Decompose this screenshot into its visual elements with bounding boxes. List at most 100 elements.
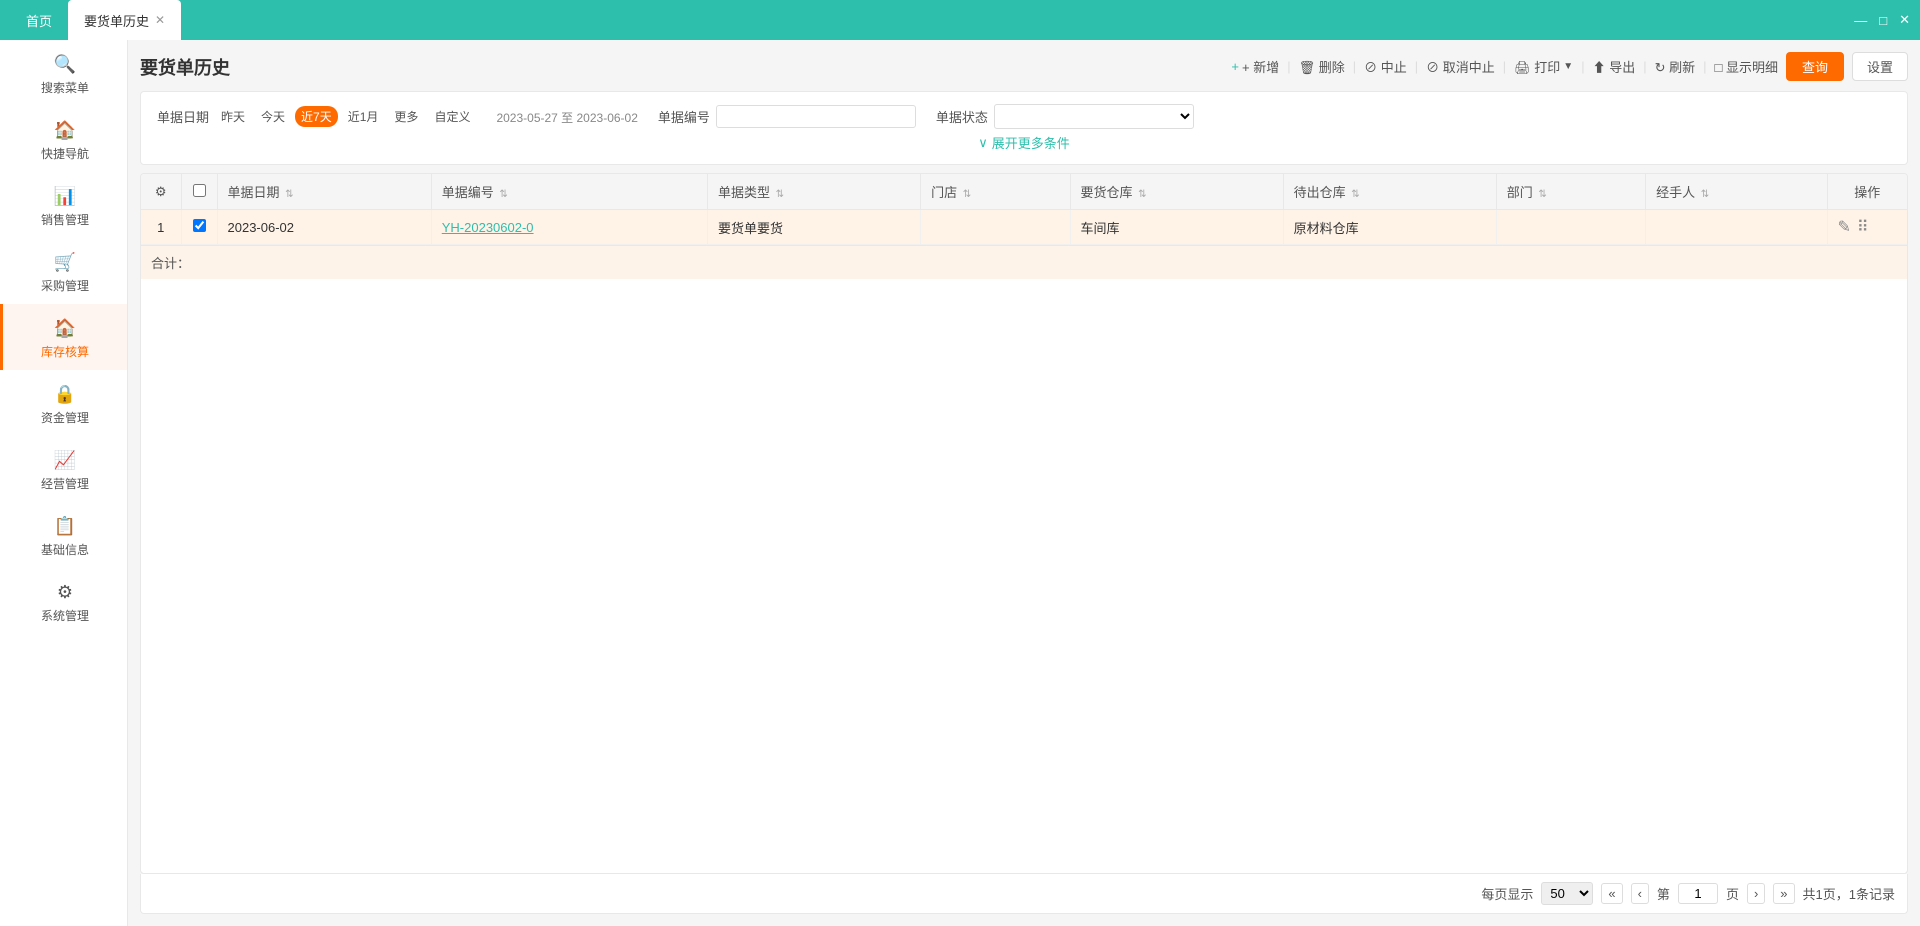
last-page-button[interactable]: » bbox=[1773, 883, 1794, 904]
sidebar-item-system-mgmt[interactable]: ⚙ 系统管理 bbox=[0, 568, 127, 634]
delete-button[interactable]: 🗑 删除 bbox=[1299, 57, 1345, 76]
col-operations: 操作 bbox=[1827, 174, 1907, 210]
date-yesterday[interactable]: 昨天 bbox=[215, 106, 251, 127]
row-edit-icon[interactable]: ✎ bbox=[1838, 217, 1851, 237]
new-button[interactable]: + + 新增 bbox=[1231, 57, 1279, 76]
row-more-icon[interactable]: ⠿ bbox=[1857, 217, 1869, 237]
sidebar-item-finance-mgmt[interactable]: 🔒 资金管理 bbox=[0, 370, 127, 436]
export-label: ⬆ 导出 bbox=[1593, 57, 1636, 76]
row-num: 1 bbox=[141, 210, 181, 245]
sidebar-item-shortcut-nav[interactable]: 🏠 快捷导航 bbox=[0, 106, 127, 172]
row-order-no-link[interactable]: YH-20230602-0 bbox=[442, 220, 534, 235]
operations-mgmt-icon: 📈 bbox=[54, 450, 76, 471]
date-1month[interactable]: 近1月 bbox=[342, 106, 385, 127]
sidebar-item-operations-mgmt[interactable]: 📈 经营管理 bbox=[0, 436, 127, 502]
delete-label: 🗑 删除 bbox=[1299, 57, 1345, 76]
next-page-button[interactable]: › bbox=[1747, 883, 1765, 904]
col-department-label: 部门 bbox=[1507, 185, 1533, 200]
sidebar-item-shortcut-nav-label: 快捷导航 bbox=[41, 145, 89, 162]
page-unit: 页 bbox=[1726, 884, 1739, 903]
page-size-select[interactable]: 10 20 50 100 bbox=[1541, 882, 1593, 905]
expand-more-button[interactable]: ∨ 展开更多条件 bbox=[157, 129, 1891, 152]
finance-mgmt-icon: 🔒 bbox=[54, 384, 76, 405]
sidebar-item-base-info[interactable]: 📋 基础信息 bbox=[0, 502, 127, 568]
data-table: ⚙ 单据日期 ⇅ 单据编号 ⇅ 单据类型 bbox=[141, 174, 1907, 245]
col-type[interactable]: 单据类型 ⇅ bbox=[707, 174, 920, 210]
show-detail-button[interactable]: □ 显示明细 bbox=[1715, 57, 1778, 76]
col-department[interactable]: 部门 ⇅ bbox=[1496, 174, 1645, 210]
col-type-sort-icon: ⇅ bbox=[776, 189, 784, 200]
stop-button[interactable]: ⊘ 中止 bbox=[1364, 57, 1407, 76]
row-actions: ✎ ⠿ bbox=[1838, 217, 1898, 237]
col-settings[interactable]: ⚙ bbox=[141, 174, 181, 210]
sidebar-item-search-menu-label: 搜索菜单 bbox=[41, 79, 89, 96]
col-store[interactable]: 门店 ⇅ bbox=[921, 174, 1070, 210]
sidebar-item-operations-mgmt-label: 经营管理 bbox=[41, 475, 89, 492]
date-today[interactable]: 今天 bbox=[255, 106, 291, 127]
sidebar-item-purchase-mgmt[interactable]: 🛒 采购管理 bbox=[0, 238, 127, 304]
page-header: 要货单历史 + + 新增 | 🗑 删除 | ⊘ 中止 | ⊘ 取消中止 | bbox=[140, 52, 1908, 81]
tab-requisition-history[interactable]: 要货单历史 ✕ bbox=[68, 0, 181, 40]
close-icon[interactable]: ✕ bbox=[1899, 12, 1910, 28]
order-no-input[interactable] bbox=[716, 105, 916, 128]
divider3: | bbox=[1415, 59, 1418, 74]
select-all-checkbox[interactable] bbox=[193, 184, 206, 197]
col-handler[interactable]: 经手人 ⇅ bbox=[1646, 174, 1827, 210]
sidebar-item-sales-mgmt-label: 销售管理 bbox=[41, 211, 89, 228]
sidebar-item-search-menu[interactable]: 🔍 搜索菜单 bbox=[0, 40, 127, 106]
row-checkbox[interactable] bbox=[193, 219, 206, 232]
refresh-button[interactable]: ↻ 刷新 bbox=[1655, 57, 1696, 76]
row-type: 要货单要货 bbox=[707, 210, 920, 245]
row-order-no: YH-20230602-0 bbox=[431, 210, 707, 245]
col-pending-warehouse-label: 待出仓库 bbox=[1294, 185, 1346, 200]
sidebar-item-inventory-calc[interactable]: 🏠 库存核算 bbox=[0, 304, 127, 370]
tab-home[interactable]: 首页 bbox=[10, 0, 68, 40]
window-controls: — □ ✕ bbox=[1854, 12, 1910, 28]
date-custom[interactable]: 自定义 bbox=[428, 106, 476, 127]
col-department-sort-icon: ⇅ bbox=[1538, 189, 1546, 200]
system-mgmt-icon: ⚙ bbox=[57, 582, 73, 603]
order-no-label: 单据编号 bbox=[658, 107, 710, 126]
col-req-warehouse[interactable]: 要货仓库 ⇅ bbox=[1070, 174, 1283, 210]
row-pending-warehouse: 原材料仓库 bbox=[1283, 210, 1496, 245]
summary-label: 合计： bbox=[151, 253, 190, 272]
first-page-button[interactable]: « bbox=[1601, 883, 1622, 904]
prev-page-button[interactable]: ‹ bbox=[1631, 883, 1649, 904]
print-button[interactable]: 🖨 打印 ▼ bbox=[1514, 57, 1573, 76]
status-select[interactable] bbox=[994, 104, 1194, 129]
col-date-label: 单据日期 bbox=[228, 185, 280, 200]
col-pending-warehouse[interactable]: 待出仓库 ⇅ bbox=[1283, 174, 1496, 210]
table-footer: 合计： bbox=[141, 245, 1907, 279]
maximize-icon[interactable]: □ bbox=[1879, 13, 1887, 28]
page-number-input[interactable] bbox=[1678, 883, 1718, 904]
sidebar-item-sales-mgmt[interactable]: 📊 销售管理 bbox=[0, 172, 127, 238]
export-button[interactable]: ⬆ 导出 bbox=[1593, 57, 1636, 76]
date-more[interactable]: 更多 bbox=[388, 106, 424, 127]
settings-button[interactable]: 设置 bbox=[1852, 52, 1908, 81]
tab-close-icon[interactable]: ✕ bbox=[155, 13, 165, 27]
toolbar: + + 新增 | 🗑 删除 | ⊘ 中止 | ⊘ 取消中止 | 🖨 打印 bbox=[1231, 52, 1908, 81]
page-title: 要货单历史 bbox=[140, 54, 1231, 80]
filter-panel: 单据日期 昨天 今天 近7天 近1月 更多 自定义 2023-05-27 至 2… bbox=[140, 91, 1908, 165]
divider4: | bbox=[1503, 59, 1506, 74]
col-handler-label: 经手人 bbox=[1656, 185, 1695, 200]
print-label: 🖨 打印 bbox=[1514, 57, 1560, 76]
col-order-no-label: 单据编号 bbox=[442, 185, 494, 200]
minimize-icon[interactable]: — bbox=[1854, 13, 1867, 28]
col-date[interactable]: 单据日期 ⇅ bbox=[217, 174, 431, 210]
date-filter-label: 单据日期 bbox=[157, 107, 209, 126]
date-7days[interactable]: 近7天 bbox=[295, 106, 338, 127]
cancel-stop-button[interactable]: ⊘ 取消中止 bbox=[1426, 57, 1495, 76]
col-checkbox bbox=[181, 174, 217, 210]
col-order-no[interactable]: 单据编号 ⇅ bbox=[431, 174, 707, 210]
sidebar-item-base-info-label: 基础信息 bbox=[41, 541, 89, 558]
query-button[interactable]: 查询 bbox=[1786, 52, 1844, 81]
show-detail-label: □ 显示明细 bbox=[1715, 57, 1778, 76]
page-size-label: 每页显示 bbox=[1481, 884, 1533, 903]
inventory-calc-icon: 🏠 bbox=[54, 318, 76, 339]
total-info: 共1页，1条记录 bbox=[1803, 884, 1895, 903]
print-dropdown-icon[interactable]: ▼ bbox=[1563, 61, 1573, 72]
col-date-sort-icon: ⇅ bbox=[285, 189, 293, 200]
filter-row: 单据日期 昨天 今天 近7天 近1月 更多 自定义 2023-05-27 至 2… bbox=[157, 104, 1891, 129]
row-date: 2023-06-02 bbox=[217, 210, 431, 245]
